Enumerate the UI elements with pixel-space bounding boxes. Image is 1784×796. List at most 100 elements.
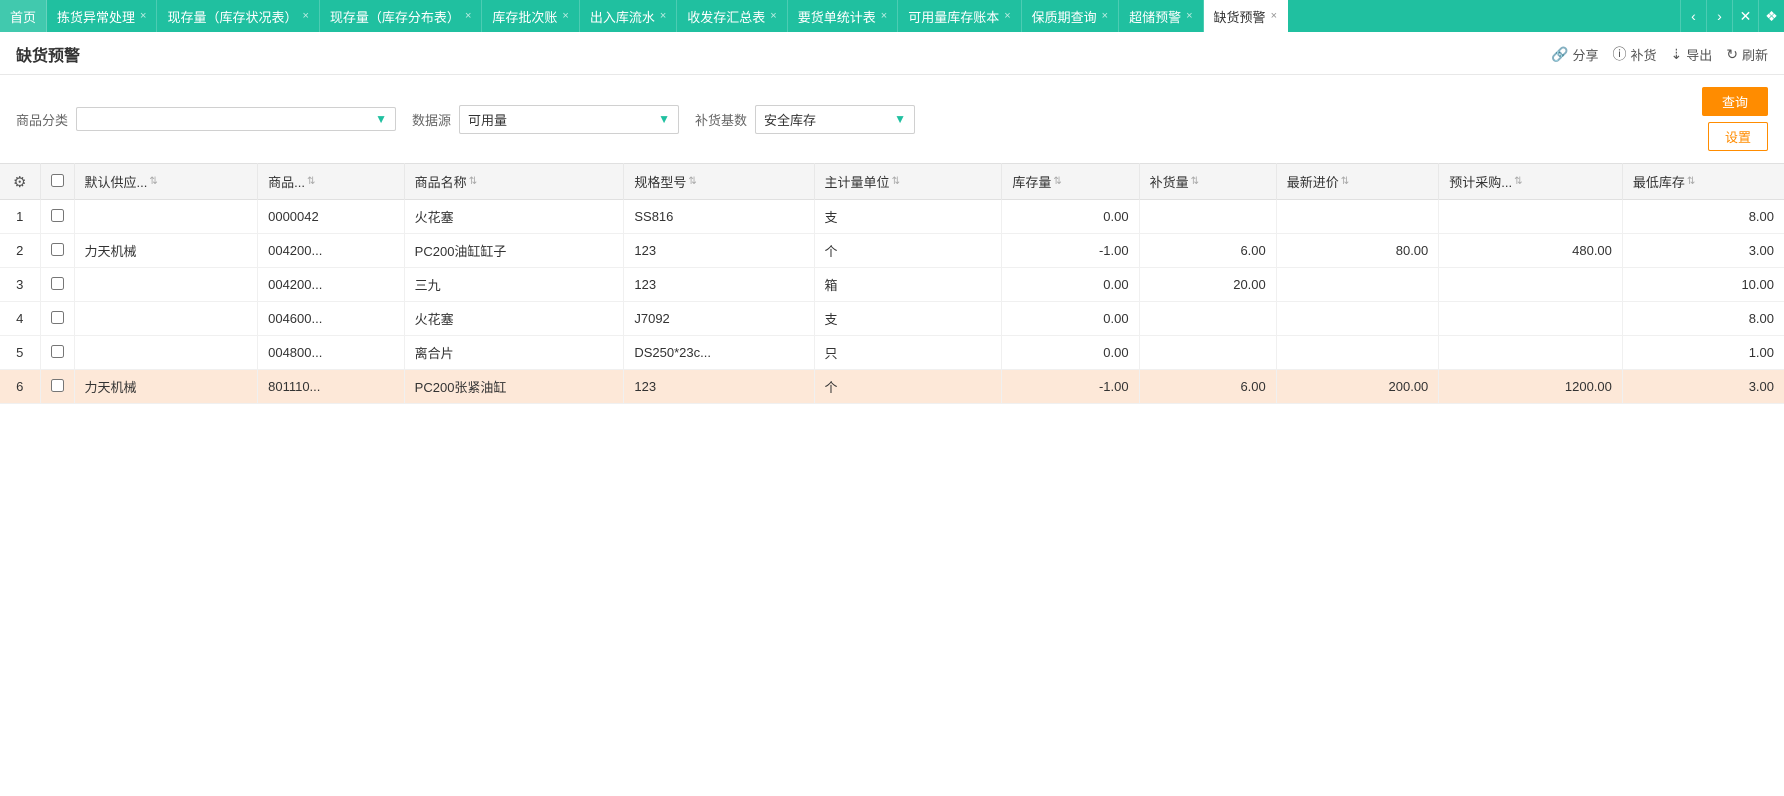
tab-close-btn[interactable]: ✕ <box>1732 0 1758 32</box>
tab-next-btn[interactable]: › <box>1706 0 1732 32</box>
datasource-label: 数据源 <box>412 110 451 129</box>
row-checkbox[interactable] <box>51 209 64 222</box>
td-estimated-purchase <box>1439 268 1623 302</box>
tab-item-6[interactable]: 收发存汇总表 × <box>677 0 787 32</box>
td-product-code: 801110... <box>258 370 405 404</box>
tab-label: 超储预警 <box>1129 7 1181 26</box>
settings-button[interactable]: 设置 <box>1708 122 1768 151</box>
tab-item-9[interactable]: 保质期查询 × <box>1022 0 1119 32</box>
tab-prev-btn[interactable]: ‹ <box>1680 0 1706 32</box>
td-estimated-purchase: 1200.00 <box>1439 370 1623 404</box>
td-stock: -1.00 <box>1002 370 1139 404</box>
tab-close-icon[interactable]: × <box>881 10 887 22</box>
tab-close-icon[interactable]: × <box>1004 10 1010 22</box>
td-index: 3 <box>0 268 40 302</box>
sort-icon: ⇅ <box>688 176 696 187</box>
td-checkbox <box>40 370 74 404</box>
tab-item-8[interactable]: 可用量库存账本× <box>898 0 1021 32</box>
th-checkbox <box>40 164 74 200</box>
replenish-btn[interactable]: ⓘ 补货 <box>1612 44 1656 64</box>
td-stock: -1.00 <box>1002 234 1139 268</box>
tab-label: 要货单统计表 <box>798 7 876 26</box>
tab-item-0[interactable]: 首页 <box>0 0 47 32</box>
tab-close-icon[interactable]: × <box>1271 10 1277 22</box>
td-product-name: PC200张紧油缸 <box>404 370 624 404</box>
tab-item-1[interactable]: 拣货异常处理× <box>47 0 157 32</box>
category-chevron-icon: ▼ <box>375 112 387 126</box>
td-min-stock: 3.00 <box>1622 370 1784 404</box>
td-min-stock: 1.00 <box>1622 336 1784 370</box>
replenish-basis-value: 安全库存 <box>764 110 816 129</box>
row-checkbox[interactable] <box>51 311 64 324</box>
tab-item-11[interactable]: 缺货预警 × <box>1204 0 1288 32</box>
replenish-basis-filter-group: 补货基数 安全库存 ▼ <box>695 105 915 134</box>
row-checkbox[interactable] <box>51 379 64 392</box>
export-btn[interactable]: ⇣ 导出 <box>1671 45 1713 64</box>
action-buttons: 查询 设置 <box>1702 87 1768 151</box>
td-product-name: PC200油缸缸子 <box>404 234 624 268</box>
sort-icon: ⇅ <box>307 176 315 187</box>
datasource-select[interactable]: 可用量 ▼ <box>459 105 679 134</box>
share-btn[interactable]: 🔗 分享 <box>1551 45 1598 64</box>
tab-item-4[interactable]: 库存批次账× <box>482 0 579 32</box>
filter-bar: 商品分类 ▼ 数据源 可用量 ▼ 补货基数 安全库存 ▼ 查询 设置 <box>0 75 1784 157</box>
tab-label: 收发存汇总表 <box>687 7 765 26</box>
replenish-basis-label: 补货基数 <box>695 110 747 129</box>
query-button[interactable]: 查询 <box>1702 87 1768 116</box>
gear-icon[interactable]: ⚙ <box>10 173 30 191</box>
row-checkbox[interactable] <box>51 345 64 358</box>
td-replenish-qty: 6.00 <box>1139 370 1276 404</box>
row-checkbox[interactable] <box>51 277 64 290</box>
tab-item-5[interactable]: 出入库流水 × <box>580 0 677 32</box>
row-checkbox[interactable] <box>51 243 64 256</box>
replenish-basis-select[interactable]: 安全库存 ▼ <box>755 105 915 134</box>
th-replenish-qty: 补货量⇅ <box>1139 164 1276 200</box>
td-product-code: 004600... <box>258 302 405 336</box>
datasource-chevron-icon: ▼ <box>658 112 670 126</box>
header-actions: 🔗 分享 ⓘ 补货 ⇣ 导出 ↻ 刷新 <box>1551 44 1768 64</box>
th-spec: 规格型号⇅ <box>624 164 814 200</box>
tab-close-icon[interactable]: × <box>302 10 308 22</box>
refresh-icon: ↻ <box>1726 46 1738 63</box>
td-stock: 0.00 <box>1002 268 1139 302</box>
tab-label: 保质期查询 <box>1032 7 1097 26</box>
td-latest-price: 200.00 <box>1276 370 1439 404</box>
td-estimated-purchase <box>1439 302 1623 336</box>
tab-item-7[interactable]: 要货单统计表 × <box>788 0 898 32</box>
replenish-icon: ⓘ <box>1612 44 1626 64</box>
tab-close-icon[interactable]: × <box>1186 10 1192 22</box>
tab-close-icon[interactable]: × <box>660 10 666 22</box>
tab-resize-btn[interactable]: ❖ <box>1758 0 1784 32</box>
tab-label: 缺货预警 <box>1214 7 1266 26</box>
tab-close-icon[interactable]: × <box>1102 10 1108 22</box>
refresh-btn[interactable]: ↻ 刷新 <box>1726 45 1768 64</box>
tab-close-icon[interactable]: × <box>140 10 146 22</box>
tab-label: 出入库流水 <box>590 7 655 26</box>
tab-close-icon[interactable]: × <box>465 10 471 22</box>
tab-close-icon[interactable]: × <box>770 10 776 22</box>
th-min-stock: 最低库存⇅ <box>1622 164 1784 200</box>
td-spec: DS250*23c... <box>624 336 814 370</box>
table-row: 6 力天机械 801110... PC200张紧油缸 123 个 -1.00 6… <box>0 370 1784 404</box>
sort-icon: ⇅ <box>892 176 900 187</box>
td-checkbox <box>40 234 74 268</box>
td-stock: 0.00 <box>1002 200 1139 234</box>
table-row: 2 力天机械 004200... PC200油缸缸子 123 个 -1.00 6… <box>0 234 1784 268</box>
td-min-stock: 8.00 <box>1622 302 1784 336</box>
th-product-name: 商品名称⇅ <box>404 164 624 200</box>
td-product-name: 离合片 <box>404 336 624 370</box>
data-table: ⚙ 默认供应...⇅ 商品...⇅ 商品名称⇅ 规格型号⇅ 主计量单位⇅ 库存量… <box>0 163 1784 404</box>
select-all-checkbox[interactable] <box>51 174 64 187</box>
td-latest-price <box>1276 302 1439 336</box>
table-header-row: ⚙ 默认供应...⇅ 商品...⇅ 商品名称⇅ 规格型号⇅ 主计量单位⇅ 库存量… <box>0 164 1784 200</box>
tab-close-icon[interactable]: × <box>562 10 568 22</box>
th-stock: 库存量⇅ <box>1002 164 1139 200</box>
tab-item-2[interactable]: 现存量（库存状况表）× <box>157 0 319 32</box>
td-index: 5 <box>0 336 40 370</box>
td-product-name: 火花塞 <box>404 200 624 234</box>
tab-item-10[interactable]: 超储预警 × <box>1119 0 1203 32</box>
category-select[interactable]: ▼ <box>76 107 396 131</box>
sort-icon: ⇅ <box>1191 176 1199 187</box>
tab-item-3[interactable]: 现存量（库存分布表）× <box>320 0 482 32</box>
table-row: 4 004600... 火花塞 J7092 支 0.00 8.00 <box>0 302 1784 336</box>
